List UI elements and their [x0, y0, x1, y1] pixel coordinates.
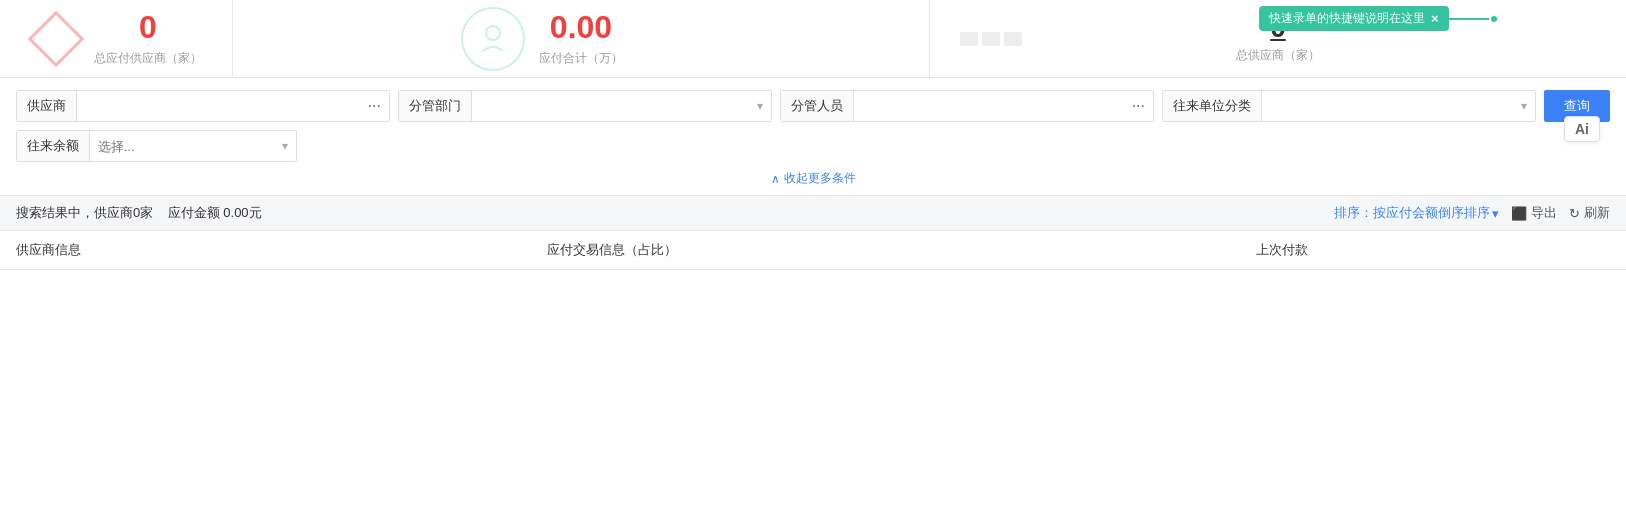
balance-arrow[interactable]: ▾: [274, 139, 296, 153]
export-icon: ⬛: [1511, 206, 1527, 221]
collapse-button[interactable]: ∧ 收起更多条件: [771, 170, 856, 187]
svg-point-0: [486, 26, 500, 40]
supplier-dots-btn[interactable]: ···: [360, 97, 389, 115]
manager-input[interactable]: [854, 99, 1124, 114]
department-label: 分管部门: [399, 91, 472, 121]
export-button[interactable]: ⬛ 导出: [1511, 204, 1557, 222]
table-header: 供应商信息 应付交易信息（占比） 上次付款: [0, 231, 1626, 270]
balance-filter[interactable]: 往来余额 ▾: [16, 130, 297, 162]
result-amount-info: 应付金额 0.00元: [168, 205, 262, 220]
total-suppliers-label: 总供应商（家）: [1236, 47, 1320, 64]
department-arrow[interactable]: ▾: [749, 99, 771, 113]
supplier-filter[interactable]: 供应商 ···: [16, 90, 390, 122]
unit-class-filter[interactable]: 往来单位分类 ▾: [1162, 90, 1536, 122]
ai-badge[interactable]: Ai: [1564, 116, 1600, 142]
manager-label: 分管人员: [781, 91, 854, 121]
th-payable-trade: 应付交易信息（占比）: [547, 241, 1255, 259]
balance-input[interactable]: [90, 139, 274, 154]
result-bar: 搜索结果中，供应商0家 应付金额 0.00元 排序：按应付会额倒序排序 ▾ ⬛ …: [0, 196, 1626, 231]
stat-total-suppliers: 快速录单的快捷键说明在这里 × 0 总供应商（家）: [930, 0, 1626, 77]
stats-bar: 0 总应付供应商（家） 0.00 应付合计（万） 快速录单的快捷键说明在这里 ×: [0, 0, 1626, 78]
stat-payable-total: 0.00 应付合计（万）: [233, 0, 930, 77]
stat-payable-suppliers: 0 总应付供应商（家）: [0, 0, 233, 77]
manager-dots-btn[interactable]: ···: [1124, 97, 1153, 115]
payable-total-label: 应付合计（万）: [539, 50, 623, 67]
refresh-icon: ↻: [1569, 206, 1580, 221]
center-icon: [461, 7, 525, 71]
collapse-row: ∧ 收起更多条件: [16, 170, 1610, 187]
sort-arrow-icon: ▾: [1492, 206, 1499, 221]
refresh-label: 刷新: [1584, 204, 1610, 222]
tooltip-close-btn[interactable]: ×: [1431, 11, 1439, 26]
unit-class-arrow[interactable]: ▾: [1513, 99, 1535, 113]
table-body: [0, 270, 1626, 515]
sort-label: 排序：按应付会额倒序排序: [1334, 204, 1490, 222]
filter-row-2: 往来余额 ▾: [16, 130, 1610, 162]
unit-class-input[interactable]: [1262, 99, 1513, 114]
tooltip-text: 快速录单的快捷键说明在这里: [1269, 10, 1425, 27]
payable-total: 0.00: [550, 10, 612, 45]
export-label: 导出: [1531, 204, 1557, 222]
result-info-group: 搜索结果中，供应商0家 应付金额 0.00元: [16, 204, 262, 222]
filter-row-1: 供应商 ··· 分管部门 ▾ 分管人员 ··· 往来单位分类 ▾ 查询: [16, 90, 1610, 122]
manager-filter[interactable]: 分管人员 ···: [780, 90, 1154, 122]
th-last-payment: 上次付款: [1256, 241, 1610, 259]
balance-label: 往来余额: [17, 131, 90, 161]
logo-icon: [30, 13, 82, 65]
tooltip-dot: [1489, 14, 1499, 24]
sort-select[interactable]: 排序：按应付会额倒序排序 ▾: [1334, 204, 1499, 222]
th-supplier-info: 供应商信息: [16, 241, 547, 259]
filter-bar: 供应商 ··· 分管部门 ▾ 分管人员 ··· 往来单位分类 ▾ 查询 往来余额: [0, 78, 1626, 196]
tooltip-bubble: 快速录单的快捷键说明在这里 ×: [1259, 6, 1449, 31]
supplier-input[interactable]: [77, 99, 360, 114]
unit-class-label: 往来单位分类: [1163, 91, 1262, 121]
result-info: 搜索结果中，供应商0家: [16, 205, 153, 220]
refresh-button[interactable]: ↻ 刷新: [1569, 204, 1610, 222]
department-input[interactable]: [472, 99, 749, 114]
result-actions: 排序：按应付会额倒序排序 ▾ ⬛ 导出 ↻ 刷新: [1334, 204, 1610, 222]
payable-suppliers-count: 0: [139, 10, 157, 45]
department-filter[interactable]: 分管部门 ▾: [398, 90, 772, 122]
collapse-label: 收起更多条件: [784, 170, 856, 187]
collapse-icon: ∧: [771, 172, 780, 186]
payable-suppliers-label: 总应付供应商（家）: [94, 50, 202, 67]
supplier-label: 供应商: [17, 91, 77, 121]
